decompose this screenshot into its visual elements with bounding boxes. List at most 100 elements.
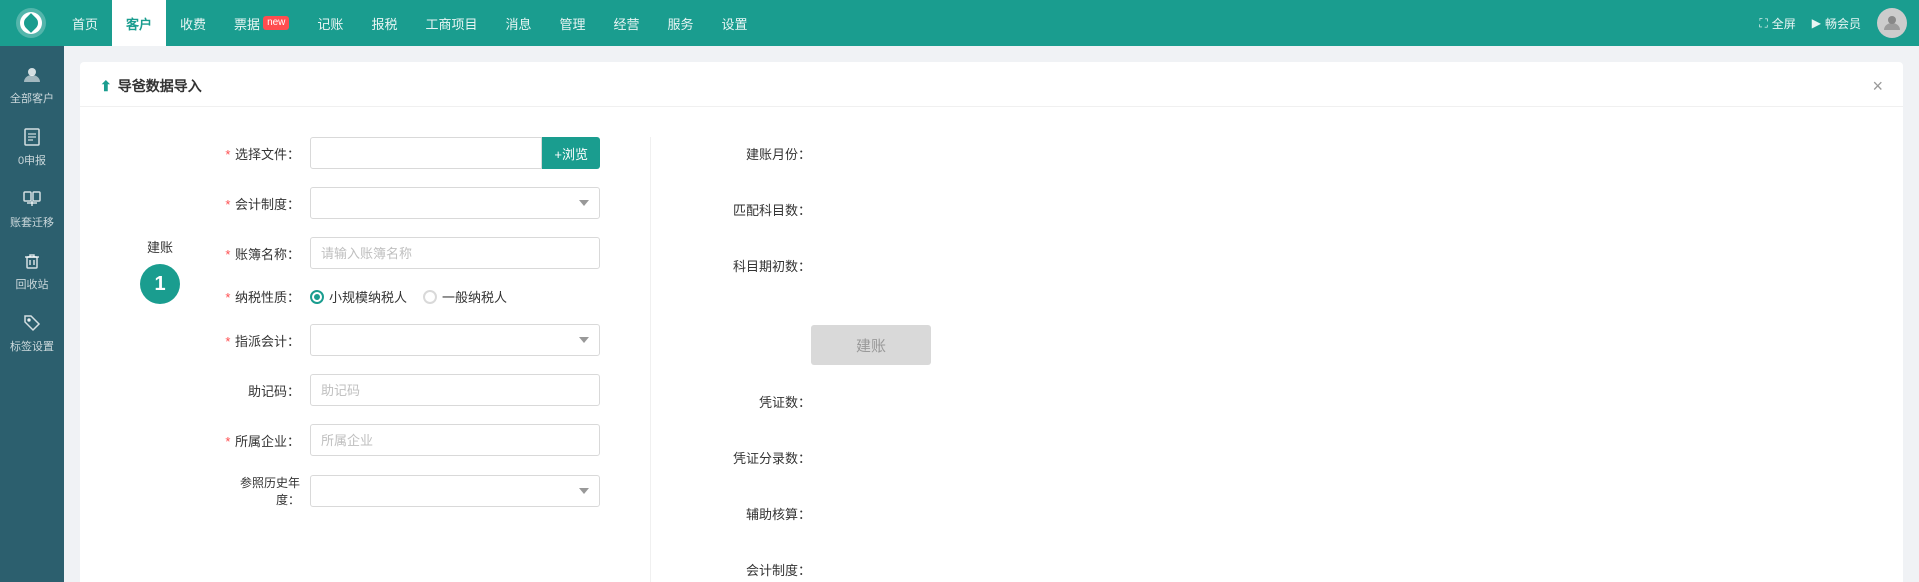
- nav-messages[interactable]: 消息: [491, 0, 545, 46]
- build-btn-area: 建账: [721, 305, 1001, 365]
- aux-accounting-label: 辅助核算：: [721, 504, 811, 523]
- nav-services[interactable]: 服务: [654, 0, 708, 46]
- nav-bills[interactable]: 票据 new: [220, 0, 303, 46]
- sidebar-item-tags[interactable]: 标签设置: [0, 302, 64, 364]
- right-form: 建账月份： 匹配科目数： 科目期初数： 建账: [701, 137, 1001, 582]
- voucher-count-row: 凭证数：: [721, 385, 1001, 417]
- left-form: * 选择文件： +浏览 * 会计制度：: [220, 137, 600, 582]
- radio-general[interactable]: [423, 290, 437, 304]
- nav-operations[interactable]: 经营: [600, 0, 654, 46]
- file-input-wrap: +浏览: [310, 137, 600, 169]
- avatar[interactable]: [1877, 8, 1907, 38]
- close-button[interactable]: ×: [1872, 77, 1883, 95]
- assign-accountant-label: * 指派会计：: [220, 331, 300, 350]
- belonging-company-row: * 所属企业：: [220, 424, 600, 456]
- subject-init-row: 科目期初数：: [721, 249, 1001, 281]
- build-month-label: 建账月份：: [721, 144, 811, 163]
- browse-button[interactable]: +浏览: [542, 137, 600, 169]
- memo-code-row: 助记码：: [220, 374, 600, 406]
- new-badge: new: [263, 16, 289, 30]
- customers-icon: [21, 64, 43, 86]
- belonging-company-input[interactable]: [310, 424, 600, 456]
- sidebar-label-customers: 全部客户: [10, 90, 54, 106]
- content-area: ⬆ 导爸数据导入 × 建账 1 * 选择文件：: [64, 46, 1919, 582]
- ledger-name-input[interactable]: [310, 237, 600, 269]
- fullscreen-icon: ⛶: [1759, 16, 1767, 31]
- step-circle: 1: [140, 264, 180, 304]
- tax-nature-row: * 纳税性质： 小规模纳税人 一般纳税人: [220, 287, 600, 306]
- voucher-entries-row: 凭证分录数：: [721, 441, 1001, 473]
- nav-right: ⛶ 全屏 ▶ 畅会员: [1759, 8, 1907, 38]
- sidebar-item-all-customers[interactable]: 全部客户: [0, 54, 64, 116]
- accounting-system-label: * 会计制度：: [220, 194, 300, 213]
- tax-option-general[interactable]: 一般纳税人: [423, 287, 507, 306]
- ledger-name-label: * 账簿名称：: [220, 244, 300, 263]
- radio-small[interactable]: [310, 290, 324, 304]
- build-month-row: 建账月份：: [721, 137, 1001, 169]
- belonging-company-label: * 所属企业：: [220, 431, 300, 450]
- assign-accountant-row: * 指派会计：: [220, 324, 600, 356]
- nav-business[interactable]: 工商项目: [411, 0, 491, 46]
- subject-init-label: 科目期初数：: [721, 256, 811, 275]
- ledger-name-row: * 账簿名称：: [220, 237, 600, 269]
- nav-bookkeeping[interactable]: 记账: [303, 0, 357, 46]
- logo[interactable]: [8, 0, 54, 46]
- top-navigation: 首页 客户 收费 票据 new 记账 报税 工商项目 消息 管理 经营 服务 设…: [0, 0, 1919, 46]
- right-accounting-system-row: 会计制度：: [721, 553, 1001, 582]
- member-icon: ▶: [1812, 16, 1821, 30]
- declaration-icon: [21, 126, 43, 148]
- tax-nature-label: * 纳税性质：: [220, 287, 300, 306]
- nav-items: 首页 客户 收费 票据 new 记账 报税 工商项目 消息 管理 经营 服务 设…: [58, 0, 1759, 46]
- build-button[interactable]: 建账: [811, 325, 931, 365]
- import-icon: ⬆: [100, 78, 112, 95]
- ref-history-label: 参照历史年度：: [220, 474, 300, 508]
- nav-settings[interactable]: 设置: [708, 0, 762, 46]
- sidebar: 全部客户 0申报 账套迁移: [0, 46, 64, 582]
- step-indicator: 建账 1: [140, 137, 180, 582]
- aux-accounting-row: 辅助核算：: [721, 497, 1001, 529]
- recycle-icon: [21, 250, 43, 272]
- right-accounting-system-label: 会计制度：: [721, 560, 811, 579]
- nav-manage[interactable]: 管理: [545, 0, 599, 46]
- accounting-system-select[interactable]: [310, 187, 600, 219]
- sidebar-label-recycle: 回收站: [16, 276, 49, 292]
- modal-title: ⬆ 导爸数据导入: [100, 76, 202, 96]
- step-label: 建账: [147, 237, 173, 256]
- memo-code-label: 助记码：: [220, 381, 300, 400]
- memo-code-input[interactable]: [310, 374, 600, 406]
- sidebar-label-declaration: 0申报: [18, 152, 46, 168]
- nav-fees[interactable]: 收费: [166, 0, 220, 46]
- ref-history-row: 参照历史年度：: [220, 474, 600, 508]
- nav-home[interactable]: 首页: [58, 0, 112, 46]
- modal-card: ⬆ 导爸数据导入 × 建账 1 * 选择文件：: [80, 62, 1903, 582]
- fullscreen-btn[interactable]: ⛶ 全屏: [1759, 15, 1795, 32]
- accounting-system-row: * 会计制度：: [220, 187, 600, 219]
- modal-header: ⬆ 导爸数据导入 ×: [80, 62, 1903, 107]
- match-subjects-label: 匹配科目数：: [721, 200, 811, 219]
- sidebar-label-migration: 账套迁移: [10, 214, 54, 230]
- ref-history-select[interactable]: [310, 475, 600, 507]
- migration-icon: [21, 188, 43, 210]
- voucher-count-label: 凭证数：: [721, 392, 811, 411]
- file-label: * 选择文件：: [220, 144, 300, 163]
- nav-customer[interactable]: 客户: [112, 0, 166, 46]
- member-btn[interactable]: ▶ 畅会员: [1812, 15, 1861, 32]
- sidebar-label-tags: 标签设置: [10, 338, 54, 354]
- voucher-entries-label: 凭证分录数：: [721, 448, 811, 467]
- form-container: 建账 1 * 选择文件： +浏览: [80, 107, 1903, 582]
- tax-nature-radio-group: 小规模纳税人 一般纳税人: [310, 287, 600, 306]
- vertical-divider: [650, 137, 651, 582]
- file-row: * 选择文件： +浏览: [220, 137, 600, 169]
- tags-icon: [21, 312, 43, 334]
- main-layout: 全部客户 0申报 账套迁移: [0, 46, 1919, 582]
- sidebar-item-recycle[interactable]: 回收站: [0, 240, 64, 302]
- file-text-input[interactable]: [310, 137, 542, 169]
- tax-option-small-label: 小规模纳税人: [329, 287, 407, 306]
- match-subjects-row: 匹配科目数：: [721, 193, 1001, 225]
- assign-accountant-select[interactable]: [310, 324, 600, 356]
- tax-option-small[interactable]: 小规模纳税人: [310, 287, 407, 306]
- tax-option-general-label: 一般纳税人: [442, 287, 507, 306]
- sidebar-item-declaration[interactable]: 0申报: [0, 116, 64, 178]
- sidebar-item-migration[interactable]: 账套迁移: [0, 178, 64, 240]
- nav-tax[interactable]: 报税: [357, 0, 411, 46]
